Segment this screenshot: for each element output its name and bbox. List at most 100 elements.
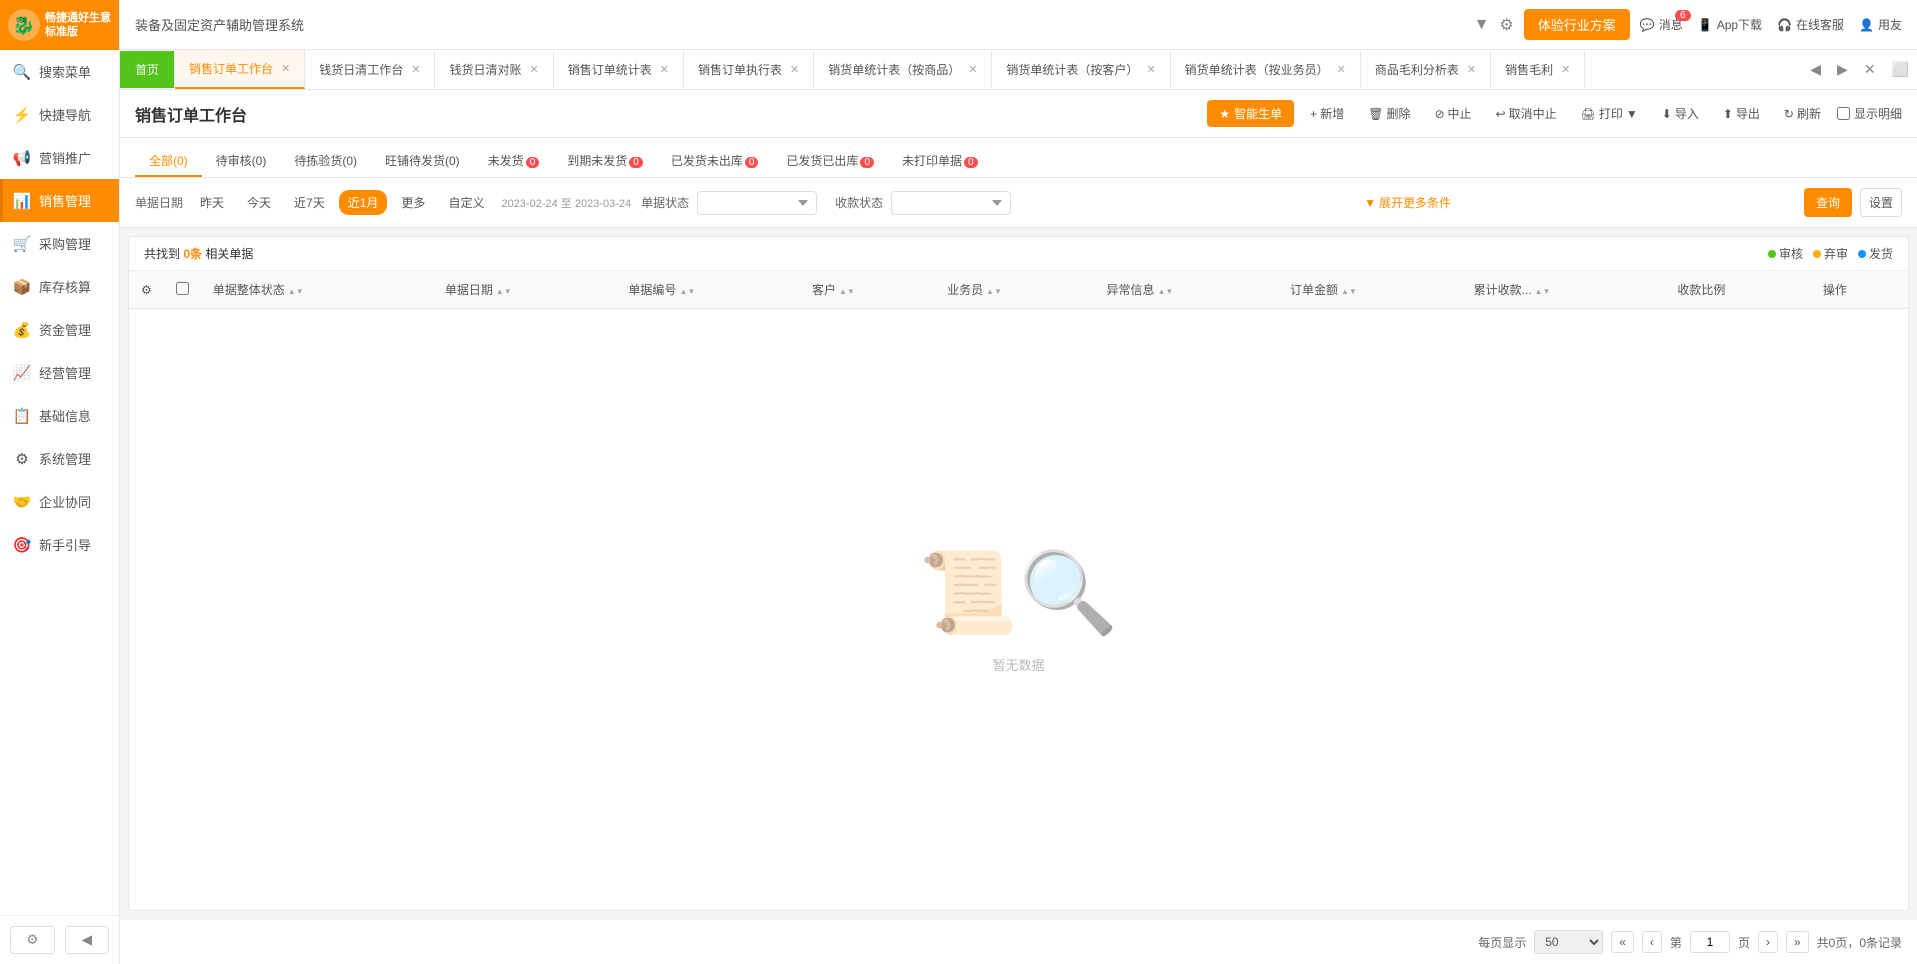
sub-tab-1[interactable]: 待审核(0) (202, 146, 281, 177)
sidebar-item-5[interactable]: 📦库存核算 (0, 265, 119, 308)
date-option-2[interactable]: 近7天 (285, 190, 334, 215)
sidebar-item-0[interactable]: 🔍搜索菜单 (0, 50, 119, 93)
first-page-btn[interactable]: « (1611, 931, 1634, 953)
sub-tab-3[interactable]: 旺铺待发货(0) (371, 146, 474, 177)
tab-item-3[interactable]: 钱货日清对账✕ (435, 51, 553, 88)
online-service-btn[interactable]: 🎧 在线客服 (1777, 16, 1844, 33)
sub-tab-6[interactable]: 已发货未出库0 (657, 146, 773, 177)
sub-tab-2[interactable]: 待拣验货(0) (280, 146, 371, 177)
add-btn[interactable]: + 新增 (1302, 100, 1352, 127)
page-input[interactable] (1690, 931, 1730, 953)
date-option-5[interactable]: 自定义 (439, 190, 493, 215)
sidebar-item-6[interactable]: 💰资金管理 (0, 308, 119, 351)
user-btn[interactable]: 👤 用友 (1859, 16, 1902, 33)
sub-tab-7[interactable]: 已发货已出库0 (772, 146, 888, 177)
tab-prev-btn[interactable]: ◀ (1802, 53, 1829, 86)
tab-item-2[interactable]: 钱货日清工作台✕ (305, 51, 435, 88)
cancel-stop-btn[interactable]: ↩ 取消中止 (1488, 100, 1565, 127)
sidebar-item-3[interactable]: 📊销售管理 (0, 179, 119, 222)
tab-label-7: 销货单统计表（按客户） (1006, 61, 1138, 78)
filter-setting-btn[interactable]: 设置 (1860, 188, 1902, 217)
import-btn[interactable]: ⬇ 导入 (1654, 100, 1707, 127)
prev-page-btn[interactable]: ‹ (1642, 931, 1662, 953)
header-gear-icon[interactable]: ⚙ (1499, 15, 1513, 35)
sub-tab-5[interactable]: 到期未发货0 (553, 146, 657, 177)
tab-item-6[interactable]: 销货单统计表（按商品）✕ (814, 51, 992, 88)
settings-bottom-btn[interactable]: ⚙ (10, 926, 55, 954)
tab-item-4[interactable]: 销售订单统计表✕ (554, 51, 684, 88)
sidebar-item-8[interactable]: 📋基础信息 (0, 394, 119, 437)
date-option-4[interactable]: 更多 (392, 190, 434, 215)
tab-item-10[interactable]: 销售毛利✕ (1491, 51, 1585, 88)
col-6[interactable]: 订单金额▲▼ (1278, 271, 1462, 309)
nav-icon-9: ⚙ (13, 450, 31, 468)
date-option-1[interactable]: 今天 (238, 190, 280, 215)
app-download-btn[interactable]: 📱 App下载 (1698, 16, 1762, 33)
status-select[interactable] (697, 191, 817, 215)
sidebar-item-4[interactable]: 🛒采购管理 (0, 222, 119, 265)
next-page-btn[interactable]: › (1758, 931, 1778, 953)
col-1[interactable]: 单据日期▲▼ (433, 271, 617, 309)
stop-btn[interactable]: ⊘ 中止 (1426, 100, 1479, 127)
tab-close-2[interactable]: ✕ (411, 63, 420, 76)
smart-gen-btn[interactable]: ★ 智能生单 (1207, 100, 1294, 127)
date-option-3[interactable]: 近1月 (339, 190, 388, 215)
query-btn[interactable]: 查询 (1804, 188, 1852, 217)
collapse-btn[interactable]: ◀ (65, 926, 110, 954)
show-detail-label[interactable]: 显示明细 (1837, 105, 1902, 122)
tab-close-10[interactable]: ✕ (1561, 63, 1570, 76)
tab-close-all-btn[interactable]: ✕ (1856, 53, 1884, 86)
empty-text: 暂无数据 (992, 655, 1044, 674)
col-3[interactable]: 客户▲▼ (800, 271, 935, 309)
col-5[interactable]: 异常信息▲▼ (1094, 271, 1278, 309)
tab-item-7[interactable]: 销货单统计表（按客户） ✕ (992, 51, 1170, 88)
col-0[interactable]: 单据整体状态▲▼ (201, 271, 433, 309)
tab-item-0[interactable]: 首页 (120, 51, 175, 88)
tab-close-4[interactable]: ✕ (660, 63, 669, 76)
sidebar-item-2[interactable]: 📢营销推广 (0, 136, 119, 179)
tab-close-3[interactable]: ✕ (530, 63, 539, 76)
sub-tab-8[interactable]: 未打印单据0 (888, 146, 992, 177)
settings-dropdown-icon[interactable]: ▼ (1474, 16, 1490, 34)
tab-item-9[interactable]: 商品毛利分析表✕ (1361, 51, 1491, 88)
show-detail-checkbox[interactable] (1837, 107, 1850, 120)
tab-close-5[interactable]: ✕ (790, 63, 799, 76)
refresh-btn[interactable]: ↻ 刷新 (1776, 100, 1829, 127)
sidebar-item-9[interactable]: ⚙系统管理 (0, 437, 119, 480)
print-btn[interactable]: 🖨 打印 ▼ (1573, 100, 1646, 127)
tab-item-1[interactable]: 销售订单工作台✕ (175, 50, 305, 89)
col-7[interactable]: 累计收款...▲▼ (1462, 271, 1666, 309)
tab-close-9[interactable]: ✕ (1467, 63, 1476, 76)
tab-item-8[interactable]: 销货单统计表（按业务员）✕ (1171, 51, 1361, 88)
tab-next-btn[interactable]: ▶ (1829, 53, 1856, 86)
tab-item-5[interactable]: 销售订单执行表✕ (684, 51, 814, 88)
sidebar-item-7[interactable]: 📈经营管理 (0, 351, 119, 394)
export-btn[interactable]: ⬆ 导出 (1715, 100, 1768, 127)
date-option-0[interactable]: 昨天 (191, 190, 233, 215)
tab-close-1[interactable]: ✕ (281, 62, 290, 75)
expand-btn[interactable]: ▼ 展开更多条件 (1364, 194, 1451, 211)
sidebar-item-1[interactable]: ⚡快捷导航 (0, 93, 119, 136)
last-page-btn[interactable]: » (1786, 931, 1809, 953)
tab-close-7[interactable]: ✕ (1146, 63, 1155, 76)
send-action-btn[interactable]: 发货 (1858, 245, 1893, 262)
sidebar-item-11[interactable]: 🎯新手引导 (0, 523, 119, 566)
sub-tab-4[interactable]: 未发货0 (474, 146, 554, 177)
col-4[interactable]: 业务员▲▼ (935, 271, 1094, 309)
payment-select[interactable] (891, 191, 1011, 215)
trial-btn[interactable]: 体验行业方案 (1524, 9, 1630, 40)
select-all-checkbox[interactable] (176, 282, 189, 295)
tab-close-6[interactable]: ✕ (968, 63, 977, 76)
col-settings[interactable]: ⚙ (129, 271, 164, 309)
tab-maximize-btn[interactable]: ⬜ (1884, 53, 1917, 86)
tab-close-8[interactable]: ✕ (1337, 63, 1346, 76)
delete-btn[interactable]: 🗑 删除 (1360, 100, 1418, 127)
audit-action-btn[interactable]: 审核 (1768, 245, 1803, 262)
message-btn[interactable]: 💬 消息 6 (1640, 16, 1683, 33)
col-2[interactable]: 单据编号▲▼ (616, 271, 800, 309)
cancel-audit-action-btn[interactable]: 弃审 (1813, 245, 1848, 262)
col-checkbox[interactable] (164, 271, 201, 309)
sub-tab-0[interactable]: 全部(0) (135, 146, 202, 177)
per-page-select[interactable]: 102050100 (1534, 930, 1603, 954)
sidebar-item-10[interactable]: 🤝企业协同 (0, 480, 119, 523)
